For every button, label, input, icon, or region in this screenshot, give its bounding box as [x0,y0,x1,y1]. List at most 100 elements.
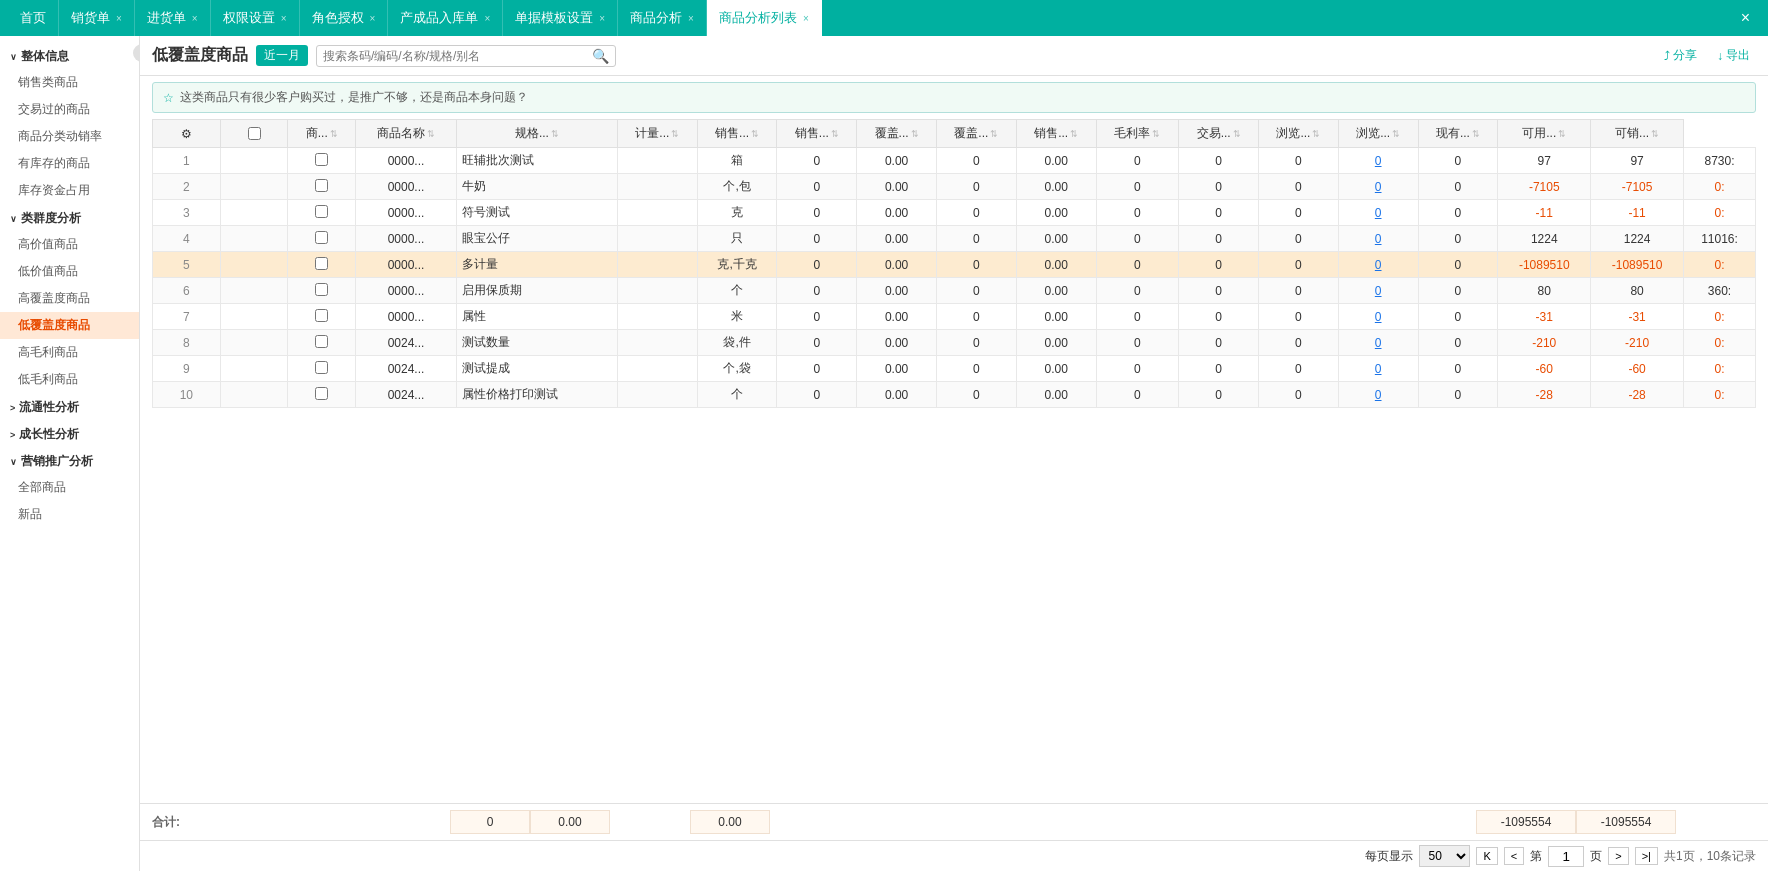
col-name[interactable]: 商品名称⇅ [356,120,457,148]
col-unit[interactable]: 计量...⇅ [617,120,697,148]
row-checkbox[interactable] [288,148,356,174]
share-button[interactable]: ⤴ 分享 [1658,44,1703,67]
row-select-checkbox[interactable] [315,153,328,166]
col-code[interactable]: 商...⇅ [288,120,356,148]
sidebar-item-category-rate[interactable]: 商品分类动销率 [0,123,139,150]
row-select-checkbox[interactable] [315,361,328,374]
nav-product-analysis[interactable]: 商品分析 × [618,0,707,36]
close-icon[interactable]: × [803,13,809,24]
col-sales-qty[interactable]: 销售...⇅ [697,120,777,148]
nav-sales-order[interactable]: 销货单 × [59,0,135,36]
row-checkbox[interactable] [288,356,356,382]
row-view1[interactable]: 0 [1338,148,1418,174]
row-select-checkbox[interactable] [315,309,328,322]
col-sales3[interactable]: 销售...⇅ [1016,120,1096,148]
row-select-checkbox[interactable] [315,387,328,400]
row-checkbox[interactable] [288,382,356,408]
sidebar-group-marketing[interactable]: ∨ 营销推广分析 [0,447,139,474]
close-icon[interactable]: × [281,13,287,24]
col-cover2[interactable]: 覆盖...⇅ [936,120,1016,148]
sidebar-item-high-coverage[interactable]: 高覆盖度商品 [0,285,139,312]
close-icon[interactable]: × [116,13,122,24]
row-checkbox[interactable] [288,278,356,304]
nav-purchase-order[interactable]: 进货单 × [135,0,211,36]
row-view1[interactable]: 0 [1338,304,1418,330]
row-checkbox[interactable] [288,252,356,278]
col-checkbox[interactable] [220,120,288,148]
row-checkbox[interactable] [288,304,356,330]
nav-product-inbound[interactable]: 产成品入库单 × [388,0,503,36]
close-icon[interactable]: × [599,13,605,24]
row-checkbox[interactable] [288,174,356,200]
col-sellable[interactable]: 可销...⇅ [1591,120,1684,148]
sidebar-group-growth[interactable]: > 成长性分析 [0,420,139,447]
sidebar-item-sales-goods[interactable]: 销售类商品 [0,69,139,96]
row-view1[interactable]: 0 [1338,226,1418,252]
sidebar-item-high-value[interactable]: 高价值商品 [0,231,139,258]
sidebar-item-low-margin[interactable]: 低毛利商品 [0,366,139,393]
sidebar-item-low-value[interactable]: 低价值商品 [0,258,139,285]
search-input[interactable] [323,49,592,63]
next-page-button[interactable]: > [1608,847,1628,865]
row-sales-amt: 0.00 [857,252,937,278]
sidebar-item-new-goods[interactable]: 新品 [0,501,139,528]
nav-role-auth[interactable]: 角色授权 × [300,0,389,36]
col-view1[interactable]: 浏览...⇅ [1259,120,1339,148]
row-view1[interactable]: 0 [1338,382,1418,408]
close-icon[interactable]: × [370,13,376,24]
row-select-checkbox[interactable] [315,257,328,270]
page-number-input[interactable] [1548,846,1584,867]
row-checkbox[interactable] [288,200,356,226]
col-sales-amt[interactable]: 销售...⇅ [777,120,857,148]
row-select-checkbox[interactable] [315,179,328,192]
sidebar-item-stock-capital[interactable]: 库存资金占用 [0,177,139,204]
last-page-button[interactable]: >| [1635,847,1658,865]
select-all-checkbox[interactable] [248,127,261,140]
col-trade[interactable]: 交易...⇅ [1179,120,1259,148]
first-page-button[interactable]: K [1476,847,1497,865]
close-icon[interactable]: × [688,13,694,24]
nav-permissions[interactable]: 权限设置 × [211,0,300,36]
row-checkbox[interactable] [288,330,356,356]
col-gross[interactable]: 毛利率⇅ [1096,120,1179,148]
sidebar-item-low-coverage[interactable]: 低覆盖度商品 [0,312,139,339]
sidebar-group-cluster[interactable]: ∨ 类群度分析 [0,204,139,231]
col-cover1[interactable]: 覆盖...⇅ [857,120,937,148]
row-select-checkbox[interactable] [315,205,328,218]
nav-product-analysis-list[interactable]: 商品分析列表 × [707,0,822,36]
col-avail[interactable]: 可用...⇅ [1498,120,1591,148]
footer-sales-qty: 0 [450,810,530,834]
sidebar-group-liquidity[interactable]: > 流通性分析 [0,393,139,420]
prev-page-button[interactable]: < [1504,847,1524,865]
sidebar-item-all-goods[interactable]: 全部商品 [0,474,139,501]
col-setting[interactable]: ⚙ [153,120,221,148]
row-view1[interactable]: 0 [1338,200,1418,226]
sidebar-item-traded-goods[interactable]: 交易过的商品 [0,96,139,123]
sidebar-group-overall[interactable]: ∨ 整体信息 [0,42,139,69]
nav-template-settings[interactable]: 单据模板设置 × [503,0,618,36]
row-select-checkbox[interactable] [315,335,328,348]
row-view1[interactable]: 0 [1338,252,1418,278]
col-view2[interactable]: 浏览...⇅ [1338,120,1418,148]
row-view1[interactable]: 0 [1338,278,1418,304]
col-spec[interactable]: 规格...⇅ [456,120,617,148]
per-page-select[interactable]: 50 20 100 [1419,845,1470,867]
close-icon[interactable]: × [192,13,198,24]
row-view2: 0 [1418,252,1498,278]
export-button[interactable]: ↓ 导出 [1711,44,1756,67]
sidebar-item-high-margin[interactable]: 高毛利商品 [0,339,139,366]
row-view1[interactable]: 0 [1338,356,1418,382]
search-icon[interactable]: 🔍 [592,48,609,64]
time-badge[interactable]: 近一月 [256,45,308,66]
nav-home[interactable]: 首页 [8,0,59,36]
sidebar-item-stocked-goods[interactable]: 有库存的商品 [0,150,139,177]
row-select-checkbox[interactable] [315,231,328,244]
col-current[interactable]: 现有...⇅ [1418,120,1498,148]
row-checkbox[interactable] [288,226,356,252]
row-select-checkbox[interactable] [315,283,328,296]
row-view1[interactable]: 0 [1338,330,1418,356]
table-container[interactable]: ⚙ 商...⇅ 商品名称⇅ 规格...⇅ 计量...⇅ 销售...⇅ 销售...… [152,119,1756,803]
window-close-button[interactable]: × [1731,9,1760,27]
close-icon[interactable]: × [484,13,490,24]
row-view1[interactable]: 0 [1338,174,1418,200]
